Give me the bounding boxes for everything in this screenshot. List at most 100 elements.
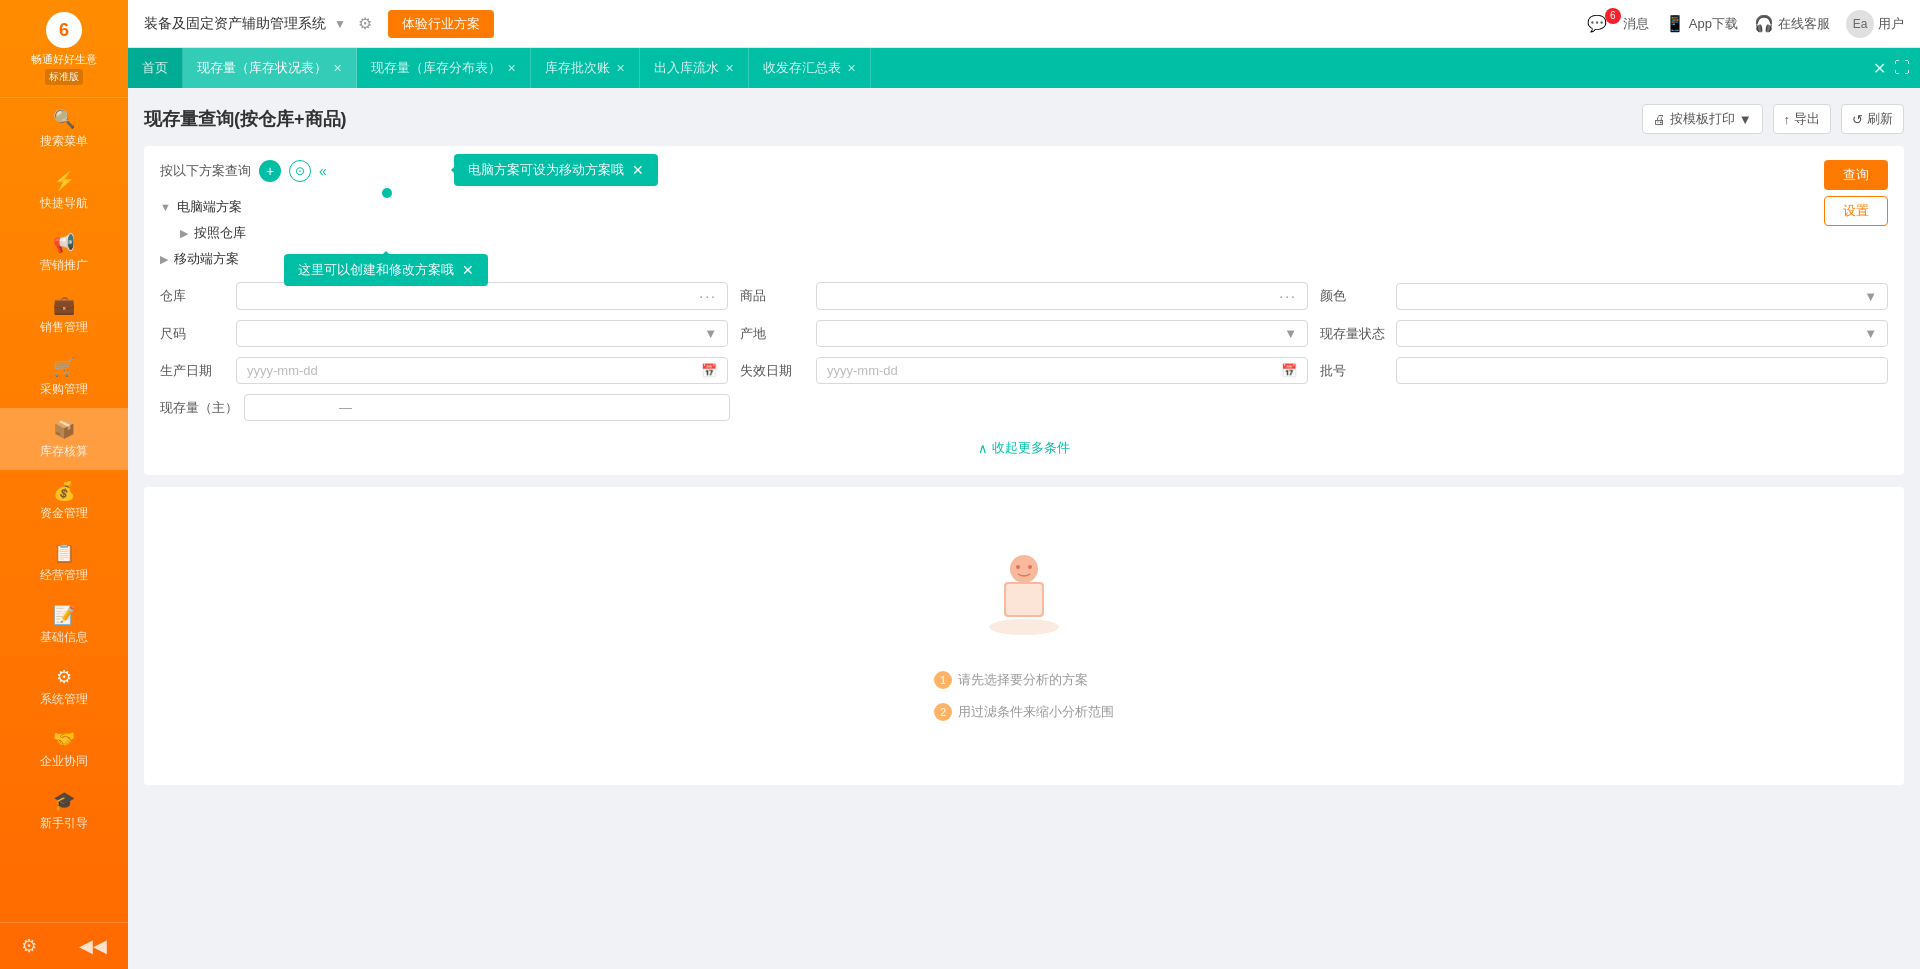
filter-field-origin: 产地 ▼ — [740, 320, 1308, 347]
stock-qty-range[interactable]: — — [244, 394, 730, 421]
desktop-label: 电脑端方案 — [177, 198, 242, 216]
tab-inout-flow[interactable]: 出入库流水 ✕ — [640, 48, 749, 88]
sidebar-settings-btn[interactable]: ⚙ — [17, 931, 41, 961]
user-avatar-text: Ea — [1853, 17, 1868, 31]
sidebar-item-label: 营销推广 — [40, 257, 88, 274]
stock-qty-label: 现存量（主） — [160, 399, 238, 417]
sidebar-item-finance[interactable]: 💰 资金管理 — [0, 470, 128, 532]
sidebar-item-label: 快捷导航 — [40, 195, 88, 212]
size-label: 尺码 — [160, 325, 230, 343]
tab-fullscreen-icon[interactable]: ⛶ — [1894, 59, 1910, 77]
sidebar-item-operations[interactable]: 📋 经营管理 — [0, 532, 128, 594]
sidebar-item-inventory[interactable]: 📦 库存核算 — [0, 408, 128, 470]
sidebar-collapse-btn[interactable]: ◀◀ — [75, 931, 111, 961]
schema-desktop[interactable]: ▼ 电脑端方案 — [160, 194, 1888, 220]
filter-row-3: 生产日期 yyyy-mm-dd 📅 失效日期 yyyy-mm-dd 📅 批号 — [160, 357, 1888, 384]
header-left: 装备及固定资产辅助管理系统 ▼ ⚙ 体验行业方案 — [144, 10, 494, 38]
filter-row-1: 仓库 ··· 商品 ··· 颜色 — [160, 282, 1888, 310]
schema-desktop-item-0[interactable]: ▶ 按照仓库 — [160, 220, 1888, 246]
export-icon: ↑ — [1784, 112, 1791, 127]
chevron-up-icon: ∧ — [978, 441, 988, 456]
tab-receive-summary-close[interactable]: ✕ — [847, 62, 856, 75]
range-sep: — — [339, 400, 352, 415]
exp-date-input[interactable]: yyyy-mm-dd 📅 — [816, 357, 1308, 384]
step2-text: 用过滤条件来缩小分析范围 — [958, 699, 1114, 725]
refresh-btn[interactable]: ↺ 刷新 — [1841, 104, 1904, 134]
tab-close-all-icon[interactable]: ✕ — [1873, 59, 1886, 78]
sidebar-item-guide[interactable]: 🎓 新手引导 — [0, 780, 128, 842]
sidebar-item-label: 新手引导 — [40, 815, 88, 832]
stock-qty-min[interactable] — [255, 400, 335, 415]
edit-tooltip-close[interactable]: ✕ — [462, 262, 474, 278]
exp-date-label: 失效日期 — [740, 362, 810, 380]
sidebar-item-label: 系统管理 — [40, 691, 88, 708]
filter-row-2: 尺码 ▼ 产地 ▼ 现存量状态 — [160, 320, 1888, 347]
header-settings-icon[interactable]: ⚙ — [358, 14, 372, 33]
tab-bar: 首页 现存量（库存状况表） ✕ 现存量（库存分布表） ✕ 库存批次账 ✕ 出入库… — [128, 48, 1920, 88]
tab-inventory-status[interactable]: 现存量（库存状况表） ✕ — [183, 48, 357, 88]
tab-inventory-dist[interactable]: 现存量（库存分布表） ✕ — [357, 48, 531, 88]
print-btn[interactable]: 🖨 按模板打印 ▼ — [1642, 104, 1763, 134]
tab-batch-ledger[interactable]: 库存批次账 ✕ — [531, 48, 640, 88]
refresh-label: 刷新 — [1867, 110, 1893, 128]
tab-batch-ledger-close[interactable]: ✕ — [616, 62, 625, 75]
filter-left-arrow[interactable]: « — [319, 163, 327, 179]
batch-no-input[interactable] — [1396, 357, 1888, 384]
filter-field-warehouse: 仓库 ··· — [160, 282, 728, 310]
app-download-icon: 📱 — [1665, 14, 1685, 33]
tab-inventory-dist-close[interactable]: ✕ — [507, 62, 516, 75]
reset-btn[interactable]: 设置 — [1824, 196, 1888, 226]
sidebar-item-purchase[interactable]: 🛒 采购管理 — [0, 346, 128, 408]
filter-field-color: 颜色 ▼ — [1320, 282, 1888, 310]
sidebar-item-label: 基础信息 — [40, 629, 88, 646]
color-select[interactable]: ▼ — [1396, 283, 1888, 310]
svg-point-5 — [1028, 565, 1032, 569]
stock-qty-max[interactable] — [356, 400, 436, 415]
sidebar-item-enterprise[interactable]: 🤝 企业协同 — [0, 718, 128, 780]
schema-tooltip-text: 电脑方案可设为移动方案哦 — [468, 161, 624, 179]
tab-receive-summary[interactable]: 收发存汇总表 ✕ — [749, 48, 871, 88]
schema-tooltip-close[interactable]: ✕ — [632, 162, 644, 178]
sidebar-item-label: 经营管理 — [40, 567, 88, 584]
exp-date-cal-icon[interactable]: 📅 — [1281, 363, 1297, 378]
message-action[interactable]: 💬 6 消息 — [1587, 14, 1649, 33]
filter-copy-btn[interactable]: ⊙ — [289, 160, 311, 182]
online-support-action[interactable]: 🎧 在线客服 — [1754, 14, 1830, 33]
warehouse-more-dots[interactable]: ··· — [699, 288, 717, 304]
origin-down-arrow: ▼ — [1284, 326, 1297, 341]
tab-inout-flow-close[interactable]: ✕ — [725, 62, 734, 75]
tab-home[interactable]: 首页 — [128, 48, 183, 88]
app-download-label: App下载 — [1689, 15, 1738, 33]
user-action[interactable]: Ea 用户 — [1846, 10, 1904, 38]
more-conditions-btn[interactable]: ∧ 收起更多条件 — [160, 431, 1888, 461]
app-download-action[interactable]: 📱 App下载 — [1665, 14, 1738, 33]
sidebar-item-label: 库存核算 — [40, 443, 88, 460]
search-btn[interactable]: 查询 — [1824, 160, 1888, 190]
size-down-arrow: ▼ — [704, 326, 717, 341]
tab-inventory-status-close[interactable]: ✕ — [333, 62, 342, 75]
sidebar-item-system[interactable]: ⚙ 系统管理 — [0, 656, 128, 718]
experience-btn[interactable]: 体验行业方案 — [388, 10, 494, 38]
warehouse-select[interactable]: ··· — [236, 282, 728, 310]
sidebar-item-basic[interactable]: 📝 基础信息 — [0, 594, 128, 656]
export-btn[interactable]: ↑ 导出 — [1773, 104, 1832, 134]
system-icon: ⚙ — [56, 666, 72, 688]
stock-status-select[interactable]: ▼ — [1396, 320, 1888, 347]
size-select[interactable]: ▼ — [236, 320, 728, 347]
svg-point-0 — [989, 619, 1059, 635]
sidebar-item-marketing[interactable]: 📢 营销推广 — [0, 222, 128, 284]
goods-more-dots[interactable]: ··· — [1279, 288, 1297, 304]
origin-select[interactable]: ▼ — [816, 320, 1308, 347]
sidebar-item-sales[interactable]: 💼 销售管理 — [0, 284, 128, 346]
empty-step-2: 2 用过滤条件来缩小分析范围 — [934, 699, 1114, 725]
goods-select[interactable]: ··· — [816, 282, 1308, 310]
empty-state: 1 请先选择要分析的方案 2 用过滤条件来缩小分析范围 — [144, 487, 1904, 785]
prod-date-input[interactable]: yyyy-mm-dd 📅 — [236, 357, 728, 384]
sidebar-item-quick-nav[interactable]: ⚡ 快捷导航 — [0, 160, 128, 222]
filter-add-btn[interactable]: + — [259, 160, 281, 182]
refresh-icon: ↺ — [1852, 112, 1863, 127]
sidebar-item-search[interactable]: 🔍 搜索菜单 — [0, 98, 128, 160]
color-label: 颜色 — [1320, 287, 1390, 305]
system-dropdown-arrow[interactable]: ▼ — [334, 17, 346, 31]
prod-date-cal-icon[interactable]: 📅 — [701, 363, 717, 378]
